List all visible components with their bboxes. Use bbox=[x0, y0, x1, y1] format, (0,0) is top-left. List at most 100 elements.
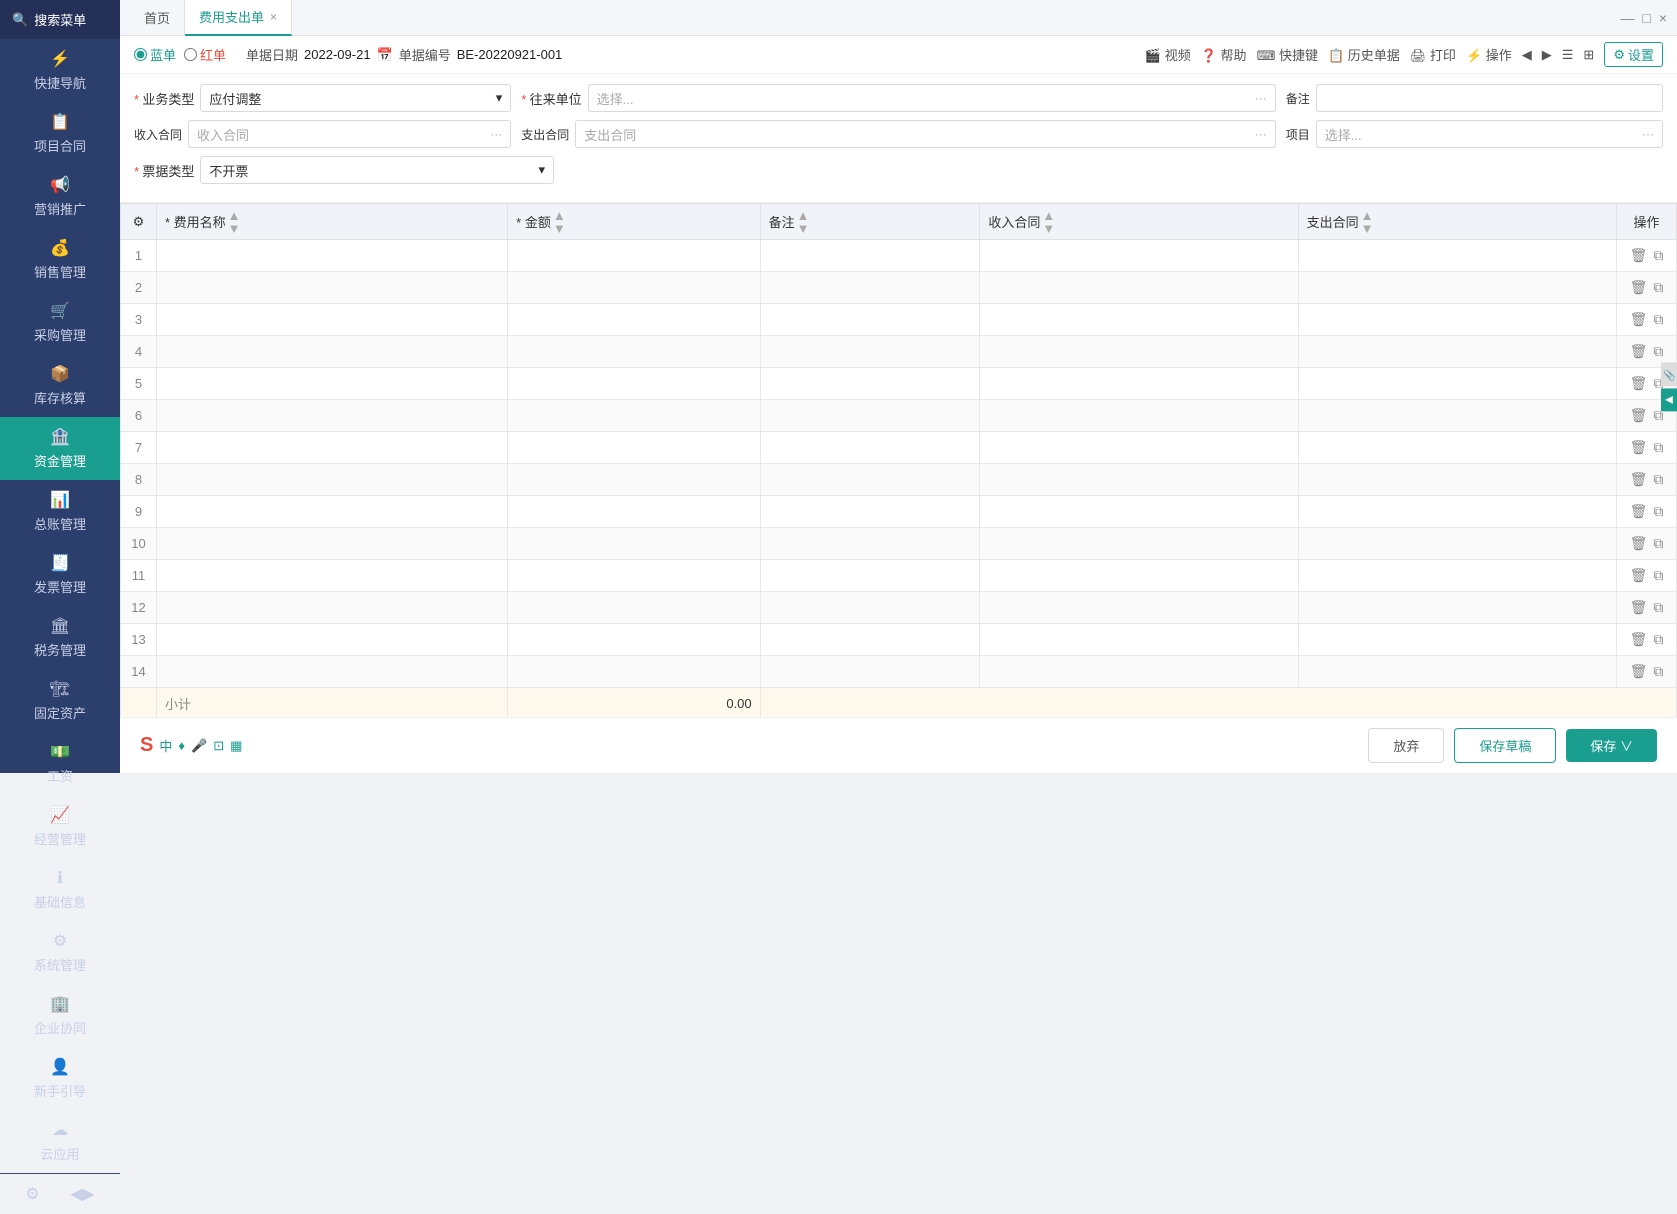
sidebar-search[interactable]: 🔍 搜索菜单 bbox=[0, 0, 120, 39]
cell-expense-name[interactable] bbox=[157, 560, 508, 592]
sidebar-item-enterprise[interactable]: 🏢 企业协同 bbox=[0, 984, 120, 1047]
cell-amount[interactable] bbox=[508, 464, 761, 496]
cell-expense-name[interactable] bbox=[157, 368, 508, 400]
cell-income-contract[interactable] bbox=[980, 240, 1298, 272]
cell-remark[interactable] bbox=[760, 432, 980, 464]
cell-income-contract[interactable] bbox=[980, 528, 1298, 560]
tab-expense-bill[interactable]: 费用支出单 × bbox=[185, 0, 292, 36]
save-draft-button[interactable]: 保存草稿 bbox=[1454, 728, 1556, 763]
help-action[interactable]: ❓ 帮助 bbox=[1201, 45, 1247, 64]
row-delete-icon[interactable]: 🗑 bbox=[1630, 311, 1648, 328]
right-panel-clip[interactable]: 📎 bbox=[1661, 362, 1677, 386]
cell-amount[interactable] bbox=[508, 272, 761, 304]
invoice-type-select[interactable]: 不开票 ▾ bbox=[200, 156, 554, 184]
sidebar-item-purchase[interactable]: 🛒 采购管理 bbox=[0, 291, 120, 354]
cell-expense-name[interactable] bbox=[157, 592, 508, 624]
row-delete-icon[interactable]: 🗑 bbox=[1630, 247, 1648, 264]
cell-income-contract[interactable] bbox=[980, 400, 1298, 432]
settings-icon[interactable]: ⚙ bbox=[25, 1184, 39, 1204]
row-delete-icon[interactable]: 🗑 bbox=[1630, 503, 1648, 520]
cell-income-contract[interactable] bbox=[980, 272, 1298, 304]
sidebar-item-inventory[interactable]: 📦 库存核算 bbox=[0, 354, 120, 417]
cell-expense-name[interactable] bbox=[157, 528, 508, 560]
row-delete-icon[interactable]: 🗑 bbox=[1630, 599, 1648, 616]
row-delete-icon[interactable]: 🗑 bbox=[1630, 375, 1648, 392]
row-delete-icon[interactable]: 🗑 bbox=[1630, 279, 1648, 296]
sidebar-item-sales[interactable]: 💰 销售管理 bbox=[0, 228, 120, 291]
radio-blue[interactable]: 蓝单 bbox=[134, 45, 176, 64]
row-copy-icon[interactable]: ⧉ bbox=[1653, 311, 1663, 328]
row-copy-icon[interactable]: ⧉ bbox=[1653, 535, 1663, 552]
sort-arrows-expense-contract[interactable]: ▲▼ bbox=[1361, 209, 1374, 235]
cell-expense-contract[interactable] bbox=[1298, 624, 1616, 656]
row-delete-icon[interactable]: 🗑 bbox=[1630, 663, 1648, 680]
cell-amount[interactable] bbox=[508, 592, 761, 624]
cell-expense-contract[interactable] bbox=[1298, 464, 1616, 496]
operation-action[interactable]: ⚡ 操作 bbox=[1466, 45, 1512, 64]
cell-expense-contract[interactable] bbox=[1298, 560, 1616, 592]
calendar-icon[interactable]: 📅 bbox=[377, 47, 393, 63]
cell-expense-contract[interactable] bbox=[1298, 528, 1616, 560]
cell-expense-contract[interactable] bbox=[1298, 400, 1616, 432]
cell-income-contract[interactable] bbox=[980, 464, 1298, 496]
row-copy-icon[interactable]: ⧉ bbox=[1653, 471, 1663, 488]
row-delete-icon[interactable]: 🗑 bbox=[1630, 471, 1648, 488]
cell-expense-contract[interactable] bbox=[1298, 304, 1616, 336]
set-button[interactable]: ⚙ 设置 bbox=[1604, 42, 1663, 67]
sidebar-item-quick-nav[interactable]: ⚡ 快捷导航 bbox=[0, 39, 120, 102]
cell-remark[interactable] bbox=[760, 656, 980, 688]
cell-remark[interactable] bbox=[760, 304, 980, 336]
row-copy-icon[interactable]: ⧉ bbox=[1653, 279, 1663, 296]
sidebar-item-cloud[interactable]: ☁ 云应用 bbox=[0, 1110, 120, 1173]
shortcut-action[interactable]: ⌨ 快捷键 bbox=[1257, 45, 1318, 64]
sidebar-item-newcomer[interactable]: 👤 新手引导 bbox=[0, 1047, 120, 1110]
remark-input[interactable] bbox=[1316, 84, 1663, 112]
cell-remark[interactable] bbox=[760, 560, 980, 592]
cell-remark[interactable] bbox=[760, 496, 980, 528]
cell-income-contract[interactable] bbox=[980, 368, 1298, 400]
cell-expense-name[interactable] bbox=[157, 496, 508, 528]
cell-expense-name[interactable] bbox=[157, 656, 508, 688]
sidebar-item-salary[interactable]: 💵 工资 bbox=[0, 732, 120, 795]
cell-expense-name[interactable] bbox=[157, 464, 508, 496]
cell-income-contract[interactable] bbox=[980, 432, 1298, 464]
project-select[interactable]: 选择... ··· bbox=[1316, 120, 1663, 148]
cell-amount[interactable] bbox=[508, 528, 761, 560]
right-panel-collapse[interactable]: ◀ bbox=[1661, 388, 1677, 411]
volume-icon[interactable]: ◀▶ bbox=[70, 1184, 95, 1204]
cell-expense-contract[interactable] bbox=[1298, 336, 1616, 368]
cell-amount[interactable] bbox=[508, 336, 761, 368]
row-copy-icon[interactable]: ⧉ bbox=[1653, 663, 1663, 680]
cell-expense-name[interactable] bbox=[157, 272, 508, 304]
row-copy-icon[interactable]: ⧉ bbox=[1653, 503, 1663, 520]
nav-next[interactable]: ▶ bbox=[1542, 47, 1552, 63]
tab-home[interactable]: 首页 bbox=[130, 0, 185, 36]
tab-close-icon[interactable]: × bbox=[270, 10, 277, 24]
col-gear-header[interactable]: ⚙ bbox=[121, 204, 157, 240]
row-delete-icon[interactable]: 🗑 bbox=[1630, 407, 1648, 424]
sidebar-item-capital[interactable]: 🏦 资金管理 bbox=[0, 417, 120, 480]
cell-expense-contract[interactable] bbox=[1298, 656, 1616, 688]
cell-expense-name[interactable] bbox=[157, 304, 508, 336]
sidebar-item-sys[interactable]: ⚙ 系统管理 bbox=[0, 921, 120, 984]
cell-amount[interactable] bbox=[508, 400, 761, 432]
cell-amount[interactable] bbox=[508, 656, 761, 688]
income-contract-select[interactable]: 收入合同 ··· bbox=[188, 120, 511, 148]
cell-expense-name[interactable] bbox=[157, 240, 508, 272]
row-copy-icon[interactable]: ⧉ bbox=[1653, 439, 1663, 456]
sidebar-item-invoice[interactable]: 🧾 发票管理 bbox=[0, 543, 120, 606]
cell-amount[interactable] bbox=[508, 368, 761, 400]
sort-arrows-remark[interactable]: ▲▼ bbox=[797, 209, 810, 235]
row-delete-icon[interactable]: 🗑 bbox=[1630, 343, 1648, 360]
save-button[interactable]: 保存 ∨ bbox=[1566, 729, 1657, 762]
sort-arrows-amount[interactable]: ▲▼ bbox=[553, 209, 566, 235]
window-maximize[interactable]: □ bbox=[1642, 10, 1650, 26]
sidebar-item-accounting[interactable]: 📊 总账管理 bbox=[0, 480, 120, 543]
cell-amount[interactable] bbox=[508, 496, 761, 528]
cell-expense-contract[interactable] bbox=[1298, 240, 1616, 272]
print-action[interactable]: 🖨 打印 bbox=[1410, 45, 1456, 64]
cell-expense-contract[interactable] bbox=[1298, 592, 1616, 624]
cell-income-contract[interactable] bbox=[980, 592, 1298, 624]
radio-blue-input[interactable] bbox=[134, 48, 147, 61]
cell-expense-contract[interactable] bbox=[1298, 432, 1616, 464]
